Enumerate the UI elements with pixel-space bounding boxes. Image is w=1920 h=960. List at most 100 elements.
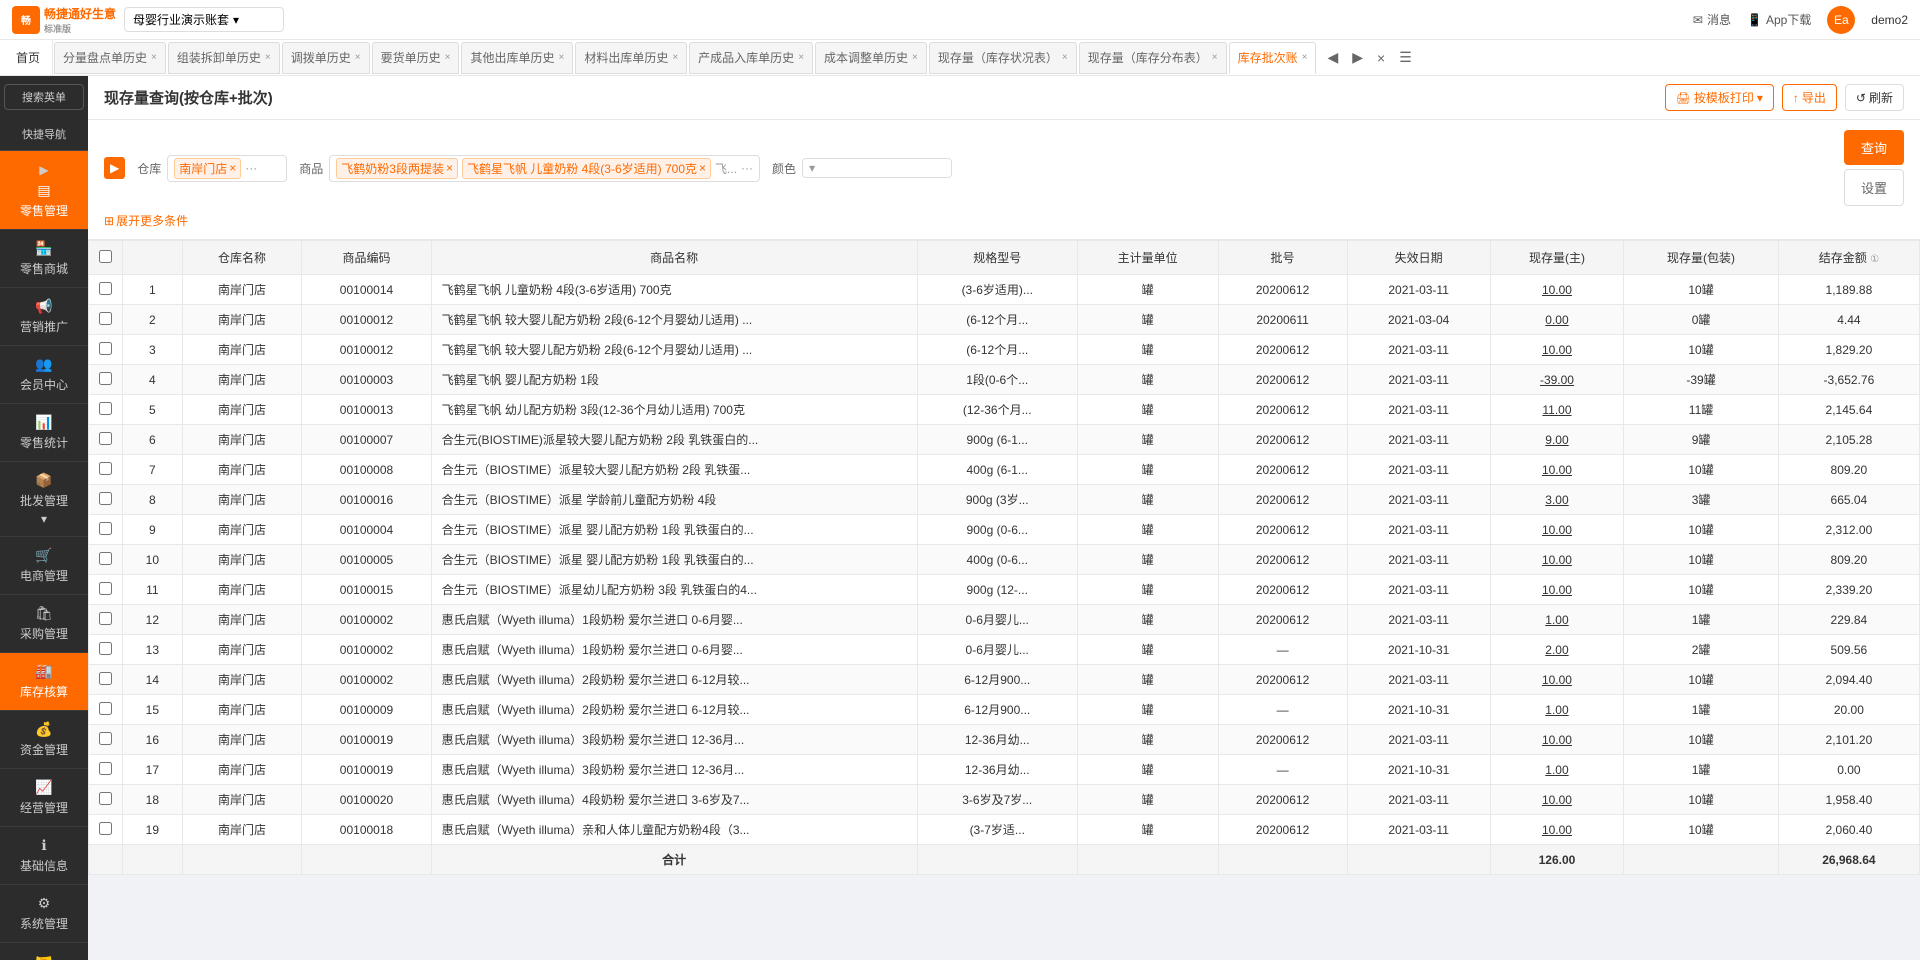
row-checkbox[interactable] bbox=[89, 365, 123, 395]
sidebar-item-wholesale[interactable]: 📦 批发管理 ▾ bbox=[0, 462, 88, 537]
goods-tag-close-2[interactable]: × bbox=[699, 161, 706, 175]
row-checkbox[interactable] bbox=[89, 695, 123, 725]
row-select-checkbox[interactable] bbox=[99, 822, 112, 835]
tab-qtchuku[interactable]: 其他出库单历史 × bbox=[461, 42, 573, 74]
row-qty-main[interactable]: -39.00 bbox=[1490, 365, 1624, 395]
row-qty-main[interactable]: 10.00 bbox=[1490, 545, 1624, 575]
refresh-button[interactable]: ↺ 刷新 bbox=[1845, 84, 1904, 111]
row-select-checkbox[interactable] bbox=[99, 642, 112, 655]
row-qty-main[interactable]: 10.00 bbox=[1490, 575, 1624, 605]
tab-zuzhuang[interactable]: 组装拆卸单历史 × bbox=[168, 42, 280, 74]
row-select-checkbox[interactable] bbox=[99, 672, 112, 685]
row-checkbox[interactable] bbox=[89, 635, 123, 665]
row-checkbox[interactable] bbox=[89, 545, 123, 575]
sidebar-item-stats[interactable]: 📊 零售统计 bbox=[0, 404, 88, 462]
row-checkbox[interactable] bbox=[89, 275, 123, 305]
avatar[interactable]: Ea bbox=[1827, 6, 1855, 34]
sidebar-item-shop[interactable]: 🏪 零售商城 bbox=[0, 230, 88, 288]
tab-close-icon[interactable]: × bbox=[1302, 52, 1308, 63]
row-checkbox[interactable] bbox=[89, 605, 123, 635]
app-download-button[interactable]: 📱 App下载 bbox=[1747, 11, 1811, 28]
row-select-checkbox[interactable] bbox=[99, 732, 112, 745]
row-select-checkbox[interactable] bbox=[99, 342, 112, 355]
tab-close-icon[interactable]: × bbox=[1062, 52, 1068, 63]
row-select-checkbox[interactable] bbox=[99, 702, 112, 715]
row-qty-main[interactable]: 9.00 bbox=[1490, 425, 1624, 455]
tab-close-icon[interactable]: × bbox=[1212, 52, 1218, 63]
amount-info-icon[interactable]: ① bbox=[1870, 254, 1879, 265]
tab-xiancun2[interactable]: 现存量（库存分布表） × bbox=[1079, 42, 1227, 74]
tab-clchuku[interactable]: 材料出库单历史 × bbox=[575, 42, 687, 74]
export-button[interactable]: ↑ 导出 bbox=[1782, 84, 1837, 111]
tab-close-icon[interactable]: × bbox=[445, 52, 451, 63]
warehouse-more-icon[interactable]: ··· bbox=[245, 161, 257, 175]
row-qty-main[interactable]: 0.00 bbox=[1490, 305, 1624, 335]
row-select-checkbox[interactable] bbox=[99, 402, 112, 415]
row-checkbox[interactable] bbox=[89, 755, 123, 785]
sidebar-item-marketing[interactable]: 📢 营销推广 bbox=[0, 288, 88, 346]
sidebar-item-collab[interactable]: 🤝 企业协同 bbox=[0, 943, 88, 960]
tab-close-icon[interactable]: × bbox=[151, 52, 157, 63]
row-checkbox[interactable] bbox=[89, 425, 123, 455]
sidebar-item-retail[interactable]: ▶ ▤ 零售管理 bbox=[0, 151, 88, 230]
sidebar-item-purchase[interactable]: 🛍 采购管理 bbox=[0, 595, 88, 653]
row-qty-main[interactable]: 10.00 bbox=[1490, 455, 1624, 485]
tab-close-icon[interactable]: × bbox=[355, 52, 361, 63]
row-select-checkbox[interactable] bbox=[99, 372, 112, 385]
row-checkbox[interactable] bbox=[89, 515, 123, 545]
sidebar-search-button[interactable]: 搜索英单 bbox=[4, 84, 84, 110]
row-checkbox[interactable] bbox=[89, 665, 123, 695]
sidebar-item-basicinfo[interactable]: ℹ 基础信息 bbox=[0, 827, 88, 885]
color-tag-container[interactable]: ▾ bbox=[802, 158, 952, 178]
tab-diaob[interactable]: 调拨单历史 × bbox=[282, 42, 370, 74]
row-select-checkbox[interactable] bbox=[99, 612, 112, 625]
tab-chengben[interactable]: 成本调整单历史 × bbox=[815, 42, 927, 74]
row-select-checkbox[interactable] bbox=[99, 582, 112, 595]
row-select-checkbox[interactable] bbox=[99, 432, 112, 445]
print-button[interactable]: 🖨 按模板打印 ▾ bbox=[1665, 84, 1774, 111]
expand-conditions-button[interactable]: ⊞ 展开更多条件 bbox=[104, 212, 1904, 229]
goods-tag-container[interactable]: 飞鹤奶粉3段两提装 × 飞鹤星飞帆 儿童奶粉 4段(3-6岁适用) 700克 ×… bbox=[329, 155, 760, 182]
row-qty-main[interactable]: 10.00 bbox=[1490, 275, 1624, 305]
filter-expand-button[interactable]: ▶ bbox=[104, 157, 125, 179]
tab-close-all-icon[interactable]: × bbox=[1371, 50, 1391, 66]
row-qty-main[interactable]: 10.00 bbox=[1490, 665, 1624, 695]
row-checkbox[interactable] bbox=[89, 815, 123, 845]
tab-chanpin[interactable]: 产成品入库单历史 × bbox=[689, 42, 813, 74]
row-checkbox[interactable] bbox=[89, 335, 123, 365]
row-select-checkbox[interactable] bbox=[99, 462, 112, 475]
tab-close-icon[interactable]: × bbox=[558, 52, 564, 63]
row-checkbox[interactable] bbox=[89, 455, 123, 485]
row-select-checkbox[interactable] bbox=[99, 792, 112, 805]
row-select-checkbox[interactable] bbox=[99, 282, 112, 295]
select-all-checkbox[interactable] bbox=[99, 250, 112, 263]
sidebar-quick-button[interactable]: 快捷导航 bbox=[4, 122, 84, 146]
row-select-checkbox[interactable] bbox=[99, 552, 112, 565]
sidebar-item-inventory[interactable]: 🏭 库存核算 bbox=[0, 653, 88, 711]
sidebar-item-members[interactable]: 👥 会员中心 bbox=[0, 346, 88, 404]
warehouse-tag-close-icon[interactable]: × bbox=[229, 161, 236, 175]
row-select-checkbox[interactable] bbox=[99, 312, 112, 325]
warehouse-tag-container[interactable]: 南岸门店 × ··· bbox=[167, 155, 287, 182]
goods-tag-close-1[interactable]: × bbox=[446, 161, 453, 175]
tab-kucunpici[interactable]: 库存批次账 × bbox=[1229, 42, 1317, 74]
row-checkbox[interactable] bbox=[89, 305, 123, 335]
tab-xiancun1[interactable]: 现存量（库存状况表） × bbox=[929, 42, 1077, 74]
row-qty-main[interactable]: 10.00 bbox=[1490, 335, 1624, 365]
row-select-checkbox[interactable] bbox=[99, 522, 112, 535]
sidebar-item-operations[interactable]: 📈 经营管理 bbox=[0, 769, 88, 827]
tab-close-icon[interactable]: × bbox=[912, 52, 918, 63]
tab-menu-icon[interactable]: ☰ bbox=[1393, 49, 1418, 66]
color-dropdown-icon[interactable]: ▾ bbox=[809, 161, 815, 175]
th-checkbox[interactable] bbox=[89, 241, 123, 275]
row-qty-main[interactable]: 10.00 bbox=[1490, 725, 1624, 755]
row-qty-main[interactable]: 2.00 bbox=[1490, 635, 1624, 665]
tab-close-icon[interactable]: × bbox=[265, 52, 271, 63]
goods-more-icon[interactable]: ··· bbox=[741, 161, 753, 175]
row-select-checkbox[interactable] bbox=[99, 492, 112, 505]
row-checkbox[interactable] bbox=[89, 785, 123, 815]
row-checkbox[interactable] bbox=[89, 725, 123, 755]
tab-next-icon[interactable]: ▶ bbox=[1346, 49, 1369, 66]
sidebar-item-system[interactable]: ⚙ 系统管理 bbox=[0, 885, 88, 943]
tab-fenliang[interactable]: 分量盘点单历史 × bbox=[54, 42, 166, 74]
